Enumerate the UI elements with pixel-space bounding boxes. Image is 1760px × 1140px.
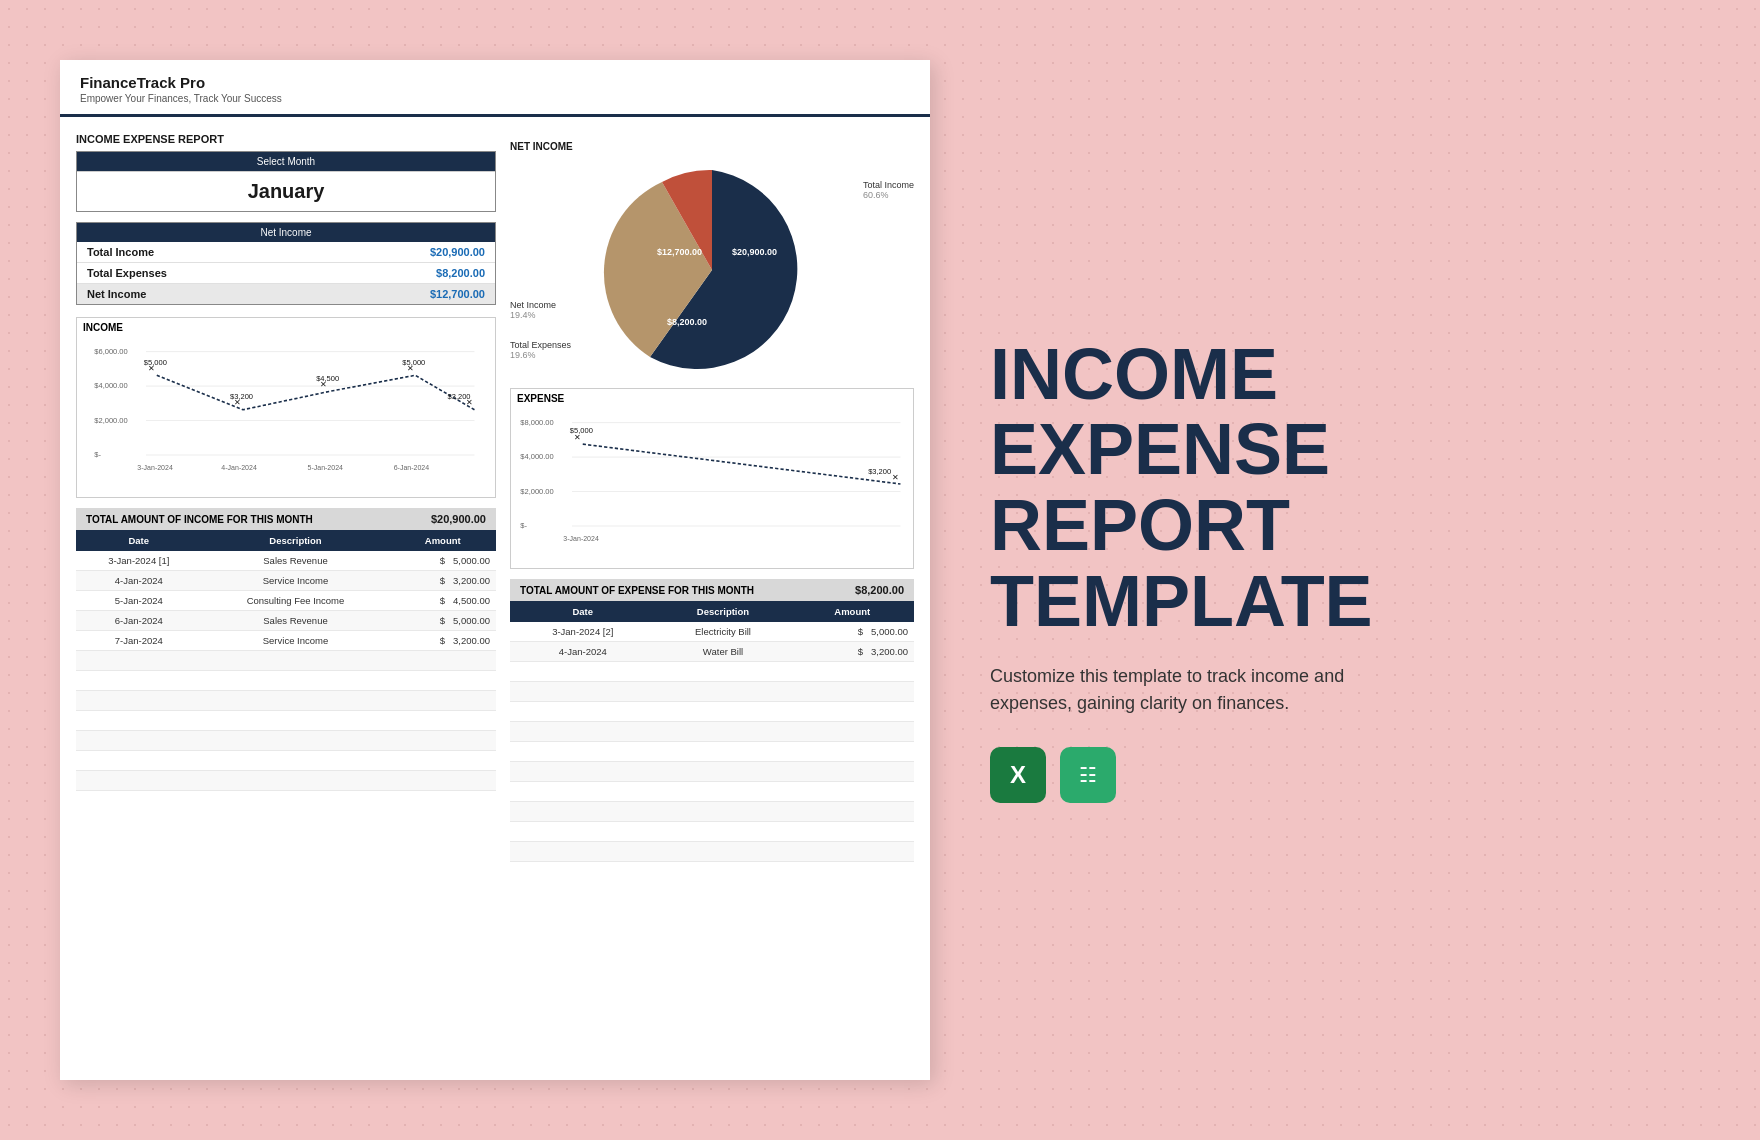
total-income-row: Total Income $20,900.00 <box>77 242 495 263</box>
excel-icon[interactable]: X <box>990 747 1046 803</box>
svg-text:$4,000.00: $4,000.00 <box>94 381 127 390</box>
svg-text:$6,000.00: $6,000.00 <box>94 347 127 356</box>
report-section-title: Income Expense Report <box>76 133 496 145</box>
expense-total-value: $8,200.00 <box>855 584 904 596</box>
income-col-date: Date <box>76 530 202 551</box>
svg-text:5-Jan-2024: 5-Jan-2024 <box>308 464 344 471</box>
net-income-value: $12,700.00 <box>430 288 485 300</box>
app-subtitle: Empower Your Finances, Track Your Succes… <box>80 93 910 104</box>
income-table-wrap: Date Description Amount 3-Jan-2024 [1]Sa… <box>76 530 496 791</box>
right-column: NET INCOME $20,900.00 $8,200 <box>510 133 914 1064</box>
pie-container: $20,900.00 $8,200.00 $12,700.00 Total In… <box>510 160 914 380</box>
svg-text:3-Jan-2024: 3-Jan-2024 <box>137 464 173 471</box>
svg-text:6-Jan-2024: 6-Jan-2024 <box>394 464 430 471</box>
income-table: Date Description Amount 3-Jan-2024 [1]Sa… <box>76 530 496 791</box>
net-income-label: Net Income <box>87 288 146 300</box>
svg-text:$5,000: $5,000 <box>402 358 425 367</box>
svg-text:$4,000.00: $4,000.00 <box>520 452 553 461</box>
income-col-desc: Description <box>202 530 390 551</box>
svg-text:4-Jan-2024: 4-Jan-2024 <box>221 464 257 471</box>
expense-col-desc: Description <box>656 601 791 622</box>
income-col-amount: Amount <box>389 530 496 551</box>
svg-text:$8,000.00: $8,000.00 <box>520 418 553 427</box>
svg-text:$12,700.00: $12,700.00 <box>657 247 702 257</box>
net-income-chart-title: NET INCOME <box>510 141 914 152</box>
sheets-symbol: ☷ <box>1079 763 1097 787</box>
sheet-content: Income Expense Report Select Month Janua… <box>60 117 930 1080</box>
svg-text:$20,900.00: $20,900.00 <box>732 247 777 257</box>
svg-text:$5,000: $5,000 <box>570 426 593 435</box>
income-total-bar: TOTAL AMOUNT OF INCOME FOR THIS MONTH $2… <box>76 508 496 530</box>
income-total-label: TOTAL AMOUNT OF INCOME FOR THIS MONTH <box>86 514 313 525</box>
spreadsheet-panel: FinanceTrack Pro Empower Your Finances, … <box>60 60 930 1080</box>
app-icons: X ☷ <box>990 747 1710 803</box>
marketing-description: Customize this template to track income … <box>990 663 1370 717</box>
expense-chart-inner: $8,000.00 $4,000.00 $2,000.00 $- <box>511 408 913 568</box>
pie-label-expenses: Total Expenses19.6% <box>510 340 571 360</box>
sheet-header: FinanceTrack Pro Empower Your Finances, … <box>60 60 930 117</box>
svg-text:$5,000: $5,000 <box>144 358 167 367</box>
svg-text:$3,200: $3,200 <box>448 392 471 401</box>
svg-text:$2,000.00: $2,000.00 <box>520 487 553 496</box>
expense-chart-title: EXPENSE <box>511 389 913 408</box>
income-chart-svg: $6,000.00 $4,000.00 $2,000.00 $- <box>83 343 489 483</box>
net-income-box: Net Income Total Income $20,900.00 Total… <box>76 222 496 305</box>
svg-text:$3,200: $3,200 <box>230 392 253 401</box>
select-month-box[interactable]: Select Month January <box>76 151 496 212</box>
svg-text:$8,200.00: $8,200.00 <box>667 317 707 327</box>
left-column: Income Expense Report Select Month Janua… <box>76 133 496 1064</box>
svg-text:$-: $- <box>94 450 101 459</box>
selected-month-value: January <box>77 171 495 211</box>
total-expenses-value: $8,200.00 <box>436 267 485 279</box>
excel-symbol: X <box>1010 761 1026 789</box>
svg-text:$4,500: $4,500 <box>316 374 339 383</box>
total-income-label: Total Income <box>87 246 154 258</box>
expense-col-amount: Amount <box>790 601 914 622</box>
pie-label-net-income: Net Income19.4% <box>510 300 556 320</box>
income-chart-box: INCOME $6,000.00 $4,000.00 $2,000.00 $- <box>76 317 496 498</box>
pie-chart-svg: $20,900.00 $8,200.00 $12,700.00 <box>602 160 822 380</box>
total-expenses-label: Total Expenses <box>87 267 167 279</box>
net-income-chart-area: NET INCOME $20,900.00 $8,200 <box>510 133 914 388</box>
svg-text:✕: ✕ <box>892 473 899 482</box>
net-income-header: Net Income <box>77 223 495 242</box>
expense-total-label: TOTAL AMOUNT OF EXPENSE FOR THIS MONTH <box>520 585 754 596</box>
expense-total-bar: TOTAL AMOUNT OF EXPENSE FOR THIS MONTH $… <box>510 579 914 601</box>
svg-text:3-Jan-2024: 3-Jan-2024 <box>563 535 599 542</box>
income-chart-title: INCOME <box>77 318 495 337</box>
expense-table-wrap: Date Description Amount 3-Jan-2024 [2]El… <box>510 601 914 862</box>
expense-col-date: Date <box>510 601 656 622</box>
expense-chart-svg: $8,000.00 $4,000.00 $2,000.00 $- <box>517 414 907 554</box>
income-chart-inner: $6,000.00 $4,000.00 $2,000.00 $- <box>77 337 495 497</box>
total-expenses-row: Total Expenses $8,200.00 <box>77 263 495 284</box>
marketing-title: INCOMEEXPENSEREPORTTEMPLATE <box>990 337 1710 639</box>
svg-text:$2,000.00: $2,000.00 <box>94 416 127 425</box>
svg-text:$-: $- <box>520 521 527 530</box>
marketing-panel: INCOMEEXPENSEREPORTTEMPLATE Customize th… <box>930 0 1760 1140</box>
svg-text:$3,200: $3,200 <box>868 467 891 476</box>
expense-table: Date Description Amount 3-Jan-2024 [2]El… <box>510 601 914 862</box>
pie-label-total-income: Total Income60.6% <box>863 180 914 200</box>
sheets-icon[interactable]: ☷ <box>1060 747 1116 803</box>
income-total-value: $20,900.00 <box>431 513 486 525</box>
net-income-row: Net Income $12,700.00 <box>77 284 495 304</box>
net-income-rows: Total Income $20,900.00 Total Expenses $… <box>77 242 495 304</box>
expense-chart-box: EXPENSE $8,000.00 $4,000.00 $2,000.00 $- <box>510 388 914 569</box>
app-title: FinanceTrack Pro <box>80 74 910 91</box>
total-income-value: $20,900.00 <box>430 246 485 258</box>
select-month-label: Select Month <box>77 152 495 171</box>
